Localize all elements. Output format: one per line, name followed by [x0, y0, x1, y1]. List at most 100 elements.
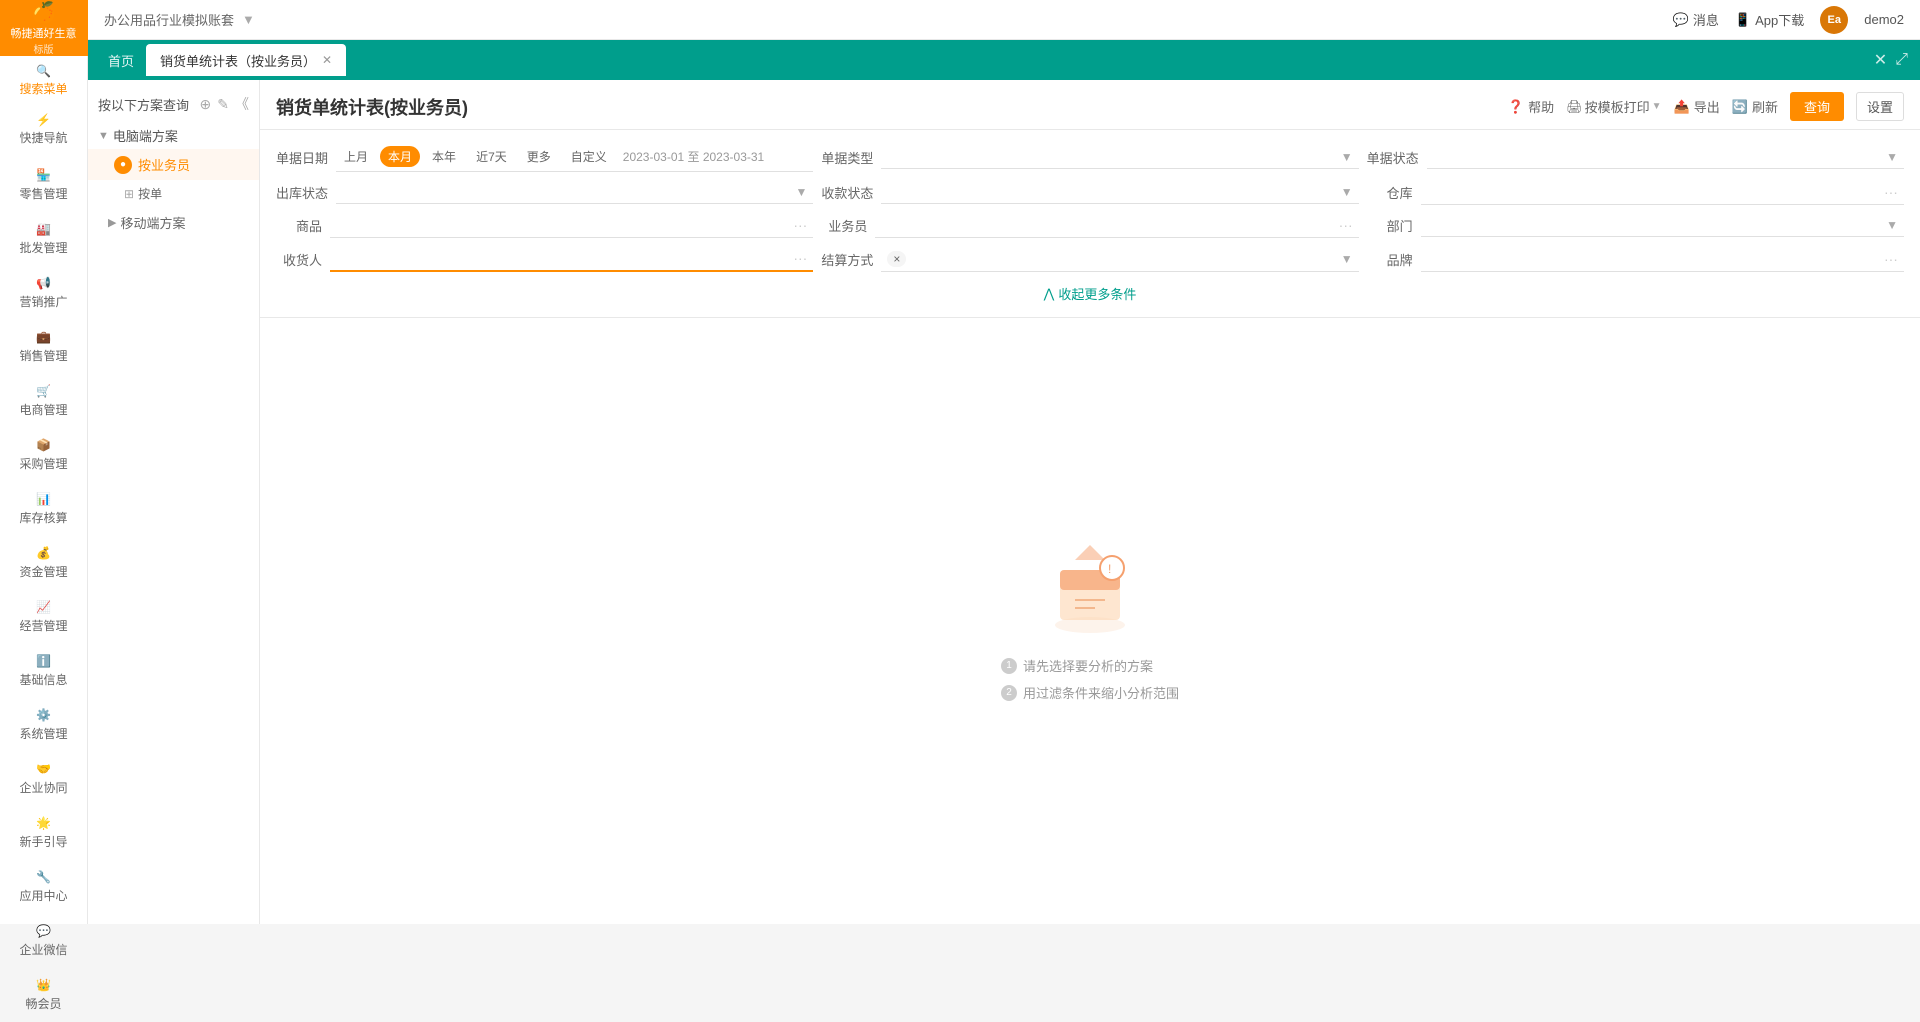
date-tab-more[interactable]: 更多 [519, 146, 559, 167]
scheme-desktop-label: 电脑端方案 [113, 126, 178, 145]
refresh-label: 刷新 [1752, 97, 1778, 116]
app-selector-label[interactable]: 办公用品行业模拟账套 [104, 10, 234, 29]
sidebar-item-marketing[interactable]: 📢 营销推广 [0, 266, 87, 320]
date-selector[interactable]: 上月 本月 本年 近7天 更多 自定义 2023-03-01 至 2023-03… [336, 142, 813, 172]
dept-selector[interactable]: ▼ [1421, 214, 1904, 237]
sidebar-item-purchase[interactable]: 📦 采购管理 [0, 428, 87, 482]
corpwechat-icon: 💬 [36, 924, 51, 938]
scheme-mobile-arrow: ▶ [108, 216, 116, 229]
sidebar-item-system[interactable]: ⚙️ 系统管理 [0, 698, 87, 752]
scheme-panel-header: 按以下方案查询 ⊕ ✎ 《 [88, 88, 259, 120]
sidebar-item-apps[interactable]: 🔧 应用中心 [0, 860, 87, 914]
scheme-desktop-arrow: ▼ [98, 130, 109, 142]
tab-home[interactable]: 首页 [96, 44, 146, 76]
scheme-by-salesperson[interactable]: ● 按业务员 [88, 149, 259, 180]
msg-btn[interactable]: 💬 消息 [1673, 10, 1719, 29]
sidebar-item-ecom[interactable]: 🛒 电商管理 [0, 374, 87, 428]
settings-btn[interactable]: 设置 [1856, 92, 1904, 121]
user-name-label[interactable]: demo2 [1864, 12, 1904, 27]
warehouse-selector[interactable]: ··· [1421, 180, 1904, 205]
sidebar-quick-nav[interactable]: ⚡ 快捷导航 [0, 105, 87, 154]
sidebar-item-wholesale[interactable]: 🏭 批发管理 [0, 212, 87, 266]
newbie-icon: 🌟 [36, 816, 51, 830]
tab-sales-report[interactable]: 销货单统计表（按业务员） ✕ [146, 44, 346, 76]
settlement-arrow: ▼ [1341, 252, 1353, 266]
sidebar-item-sales[interactable]: 💼 销售管理 [0, 320, 87, 374]
warehouse-dots: ··· [1884, 184, 1898, 200]
filter-outstatus-cell: 出库状态 ▼ [276, 180, 813, 205]
settlement-selector[interactable]: × ▼ [881, 247, 1358, 272]
brand-dots: ··· [1884, 251, 1898, 267]
collapse-filters-btn[interactable]: ⋀ 收起更多条件 [1044, 284, 1137, 303]
sidebar-item-member[interactable]: 👑 畅会员 [0, 968, 87, 1022]
out-status-selector[interactable]: ▼ [336, 181, 813, 204]
retail-icon: 🏪 [36, 168, 51, 182]
filter-doctype-cell: 单据类型 ▼ [821, 142, 1358, 172]
edit-scheme-btn[interactable]: ✎ [217, 96, 229, 113]
purchase-icon: 📦 [36, 438, 51, 452]
filter-docstatus-cell: 单据状态 ▼ [1367, 142, 1904, 172]
right-content: 销货单统计表(按业务员) ❓ 帮助 🖨 按模板打印 ▼ 📤 导出 [260, 80, 1920, 924]
sidebar-item-newbie-label: 新手引导 [19, 833, 67, 850]
scheme-by-salesperson-label: 按业务员 [138, 155, 190, 174]
date-tabs: 上月 本月 本年 近7天 更多 自定义 [336, 146, 615, 167]
date-tab-this-year[interactable]: 本年 [424, 146, 464, 167]
date-tab-last7[interactable]: 近7天 [468, 146, 515, 167]
salesperson-dots: ··· [1339, 217, 1353, 233]
tab-close-window-btn[interactable]: ✕ [1874, 50, 1887, 70]
refresh-btn[interactable]: 🔄 刷新 [1732, 97, 1778, 116]
date-tab-last-month[interactable]: 上月 [336, 146, 376, 167]
export-btn[interactable]: 📤 导出 [1674, 97, 1720, 116]
sidebar-item-corpwechat[interactable]: 💬 企业微信 [0, 914, 87, 968]
date-tab-this-month[interactable]: 本月 [380, 146, 420, 167]
query-btn[interactable]: 查询 [1790, 92, 1844, 121]
tab-win-btns: ✕ ⤢ [1874, 50, 1912, 70]
tab-maximize-btn[interactable]: ⤢ [1895, 51, 1908, 69]
salesperson-selector[interactable]: ··· [875, 213, 1358, 238]
doc-status-arrow: ▼ [1886, 150, 1898, 164]
app-selector-arrow[interactable]: ▼ [242, 12, 255, 27]
scheme-by-order[interactable]: ⊞ 按单 [88, 180, 259, 207]
receiver-dots: ··· [793, 250, 807, 266]
receiver-selector[interactable]: ··· [330, 246, 813, 272]
empty-tip-1: 1 请先选择要分析的方案 [1001, 656, 1179, 675]
filter-brand-cell: 品牌 ··· [1367, 246, 1904, 272]
sidebar-item-wholesale-label: 批发管理 [19, 239, 67, 256]
sidebar-item-inventory[interactable]: 📊 库存核算 [0, 482, 87, 536]
sidebar-item-newbie[interactable]: 🌟 新手引导 [0, 806, 87, 860]
doc-type-selector[interactable]: ▼ [881, 146, 1358, 169]
tab-bar: 首页 销货单统计表（按业务员） ✕ ✕ ⤢ [88, 40, 1920, 80]
operations-icon: 📈 [36, 600, 51, 614]
tab-close-btn[interactable]: ✕ [322, 53, 332, 67]
query-label: 查询 [1804, 97, 1830, 116]
brand-selector[interactable]: ··· [1421, 247, 1904, 272]
sidebar-item-operations[interactable]: 📈 经营管理 [0, 590, 87, 644]
doc-status-selector[interactable]: ▼ [1427, 146, 1904, 169]
sidebar-item-finance[interactable]: 💰 资金管理 [0, 536, 87, 590]
help-icon: ❓ [1508, 99, 1524, 115]
product-selector[interactable]: ··· [330, 213, 813, 238]
settlement-clear-tag[interactable]: × [887, 251, 906, 267]
sidebar-item-basic[interactable]: ℹ️ 基础信息 [0, 644, 87, 698]
collapse-scheme-btn[interactable]: 《 [235, 94, 249, 114]
app-download-btn[interactable]: 📱 App下载 [1735, 10, 1804, 29]
logo-text: 畅捷通好生意 [11, 27, 77, 41]
user-avatar[interactable]: Ea [1820, 6, 1848, 34]
out-status-arrow: ▼ [795, 185, 807, 199]
date-tab-custom[interactable]: 自定义 [563, 146, 615, 167]
app-logo[interactable]: 🍊 畅捷通好生意 标版 [0, 0, 88, 56]
scheme-desktop-group-header[interactable]: ▼ 电脑端方案 [88, 122, 259, 149]
scheme-by-order-label: 按单 [138, 185, 162, 202]
sidebar-item-enterprise[interactable]: 🤝 企业协同 [0, 752, 87, 806]
sidebar-item-sales-label: 销售管理 [19, 347, 67, 364]
add-scheme-btn[interactable]: ⊕ [200, 96, 212, 113]
receipt-status-selector[interactable]: ▼ [881, 181, 1358, 204]
print-btn[interactable]: 🖨 按模板打印 ▼ [1566, 97, 1661, 116]
sales-report-tab-label: 销货单统计表（按业务员） [160, 51, 316, 70]
main-area: 办公用品行业模拟账套 ▼ 💬 消息 📱 App下载 Ea demo2 首页 销货… [88, 0, 1920, 924]
scheme-mobile-group[interactable]: ▶ 移动端方案 [88, 209, 259, 236]
help-btn[interactable]: ❓ 帮助 [1508, 97, 1554, 116]
sidebar-item-retail-label: 零售管理 [19, 185, 67, 202]
sidebar-search[interactable]: 🔍 搜索菜单 [0, 56, 87, 105]
sidebar-item-retail[interactable]: 🏪 零售管理 [0, 158, 87, 212]
